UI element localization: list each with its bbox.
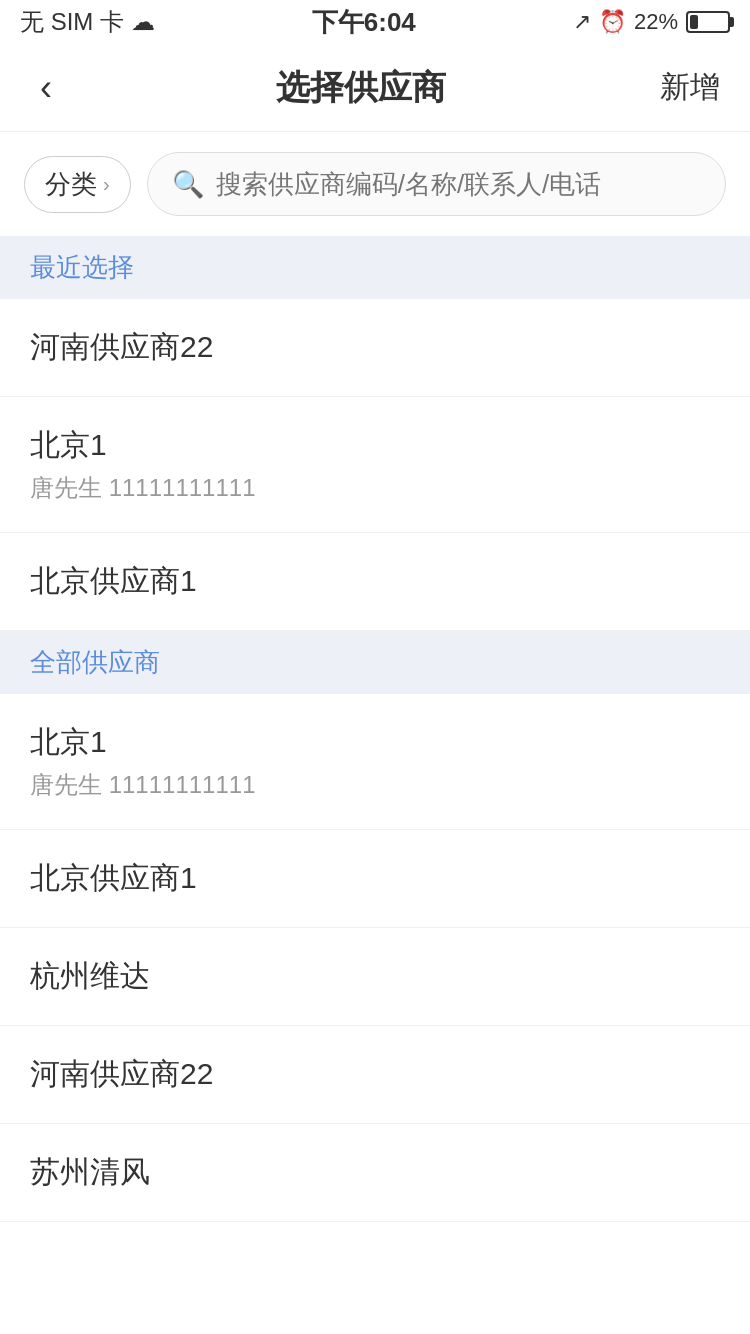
- all-section-header: 全部供应商: [0, 631, 750, 694]
- search-box: 🔍: [147, 152, 726, 216]
- chevron-right-icon: ›: [103, 173, 110, 196]
- recent-section-header: 最近选择: [0, 236, 750, 299]
- list-item[interactable]: 杭州维达: [0, 928, 750, 1026]
- status-left: 无 SIM 卡 ☁: [20, 6, 155, 38]
- list-item[interactable]: 北京1 唐先生 11111111111: [0, 694, 750, 830]
- status-time: 下午6:04: [312, 5, 416, 40]
- battery-percent: 22%: [634, 9, 678, 35]
- recent-section-label: 最近选择: [30, 252, 134, 282]
- search-icon: 🔍: [172, 169, 204, 200]
- category-label: 分类: [45, 167, 97, 202]
- search-input[interactable]: [216, 169, 701, 200]
- item-sub: 唐先生 11111111111: [30, 769, 720, 801]
- item-sub: 唐先生 11111111111: [30, 472, 720, 504]
- item-name: 北京供应商1: [30, 561, 720, 602]
- list-item[interactable]: 河南供应商22: [0, 1026, 750, 1124]
- recent-list: 河南供应商22 北京1 唐先生 11111111111 北京供应商1: [0, 299, 750, 631]
- list-item[interactable]: 北京供应商1: [0, 533, 750, 631]
- page-title: 选择供应商: [276, 65, 446, 111]
- location-icon: ↗: [573, 9, 591, 35]
- item-name: 杭州维达: [30, 956, 720, 997]
- all-section-label: 全部供应商: [30, 647, 160, 677]
- status-bar: 无 SIM 卡 ☁ 下午6:04 ↗ ⏰ 22%: [0, 0, 750, 44]
- list-item[interactable]: 苏州清风: [0, 1124, 750, 1222]
- item-name: 北京1: [30, 425, 720, 466]
- nav-bar: ‹ 选择供应商 新增: [0, 44, 750, 132]
- status-right: ↗ ⏰ 22%: [573, 9, 730, 35]
- back-button[interactable]: ‹: [30, 57, 62, 119]
- item-name: 北京供应商1: [30, 858, 720, 899]
- battery-icon: [686, 11, 730, 33]
- item-name: 苏州清风: [30, 1152, 720, 1193]
- search-area: 分类 › 🔍: [0, 132, 750, 236]
- all-list: 北京1 唐先生 11111111111 北京供应商1 杭州维达河南供应商22 苏州清风: [0, 694, 750, 1222]
- item-name: 河南供应商22: [30, 327, 720, 368]
- sim-status: 无 SIM 卡 ☁: [20, 6, 155, 38]
- list-item[interactable]: 北京供应商1: [0, 830, 750, 928]
- list-item[interactable]: 北京1 唐先生 11111111111: [0, 397, 750, 533]
- list-item[interactable]: 河南供应商22: [0, 299, 750, 397]
- category-filter-button[interactable]: 分类 ›: [24, 156, 131, 213]
- alarm-icon: ⏰: [599, 9, 626, 35]
- item-name: 河南供应商22: [30, 1054, 720, 1095]
- item-name: 北京1: [30, 722, 720, 763]
- add-button[interactable]: 新增: [660, 67, 720, 108]
